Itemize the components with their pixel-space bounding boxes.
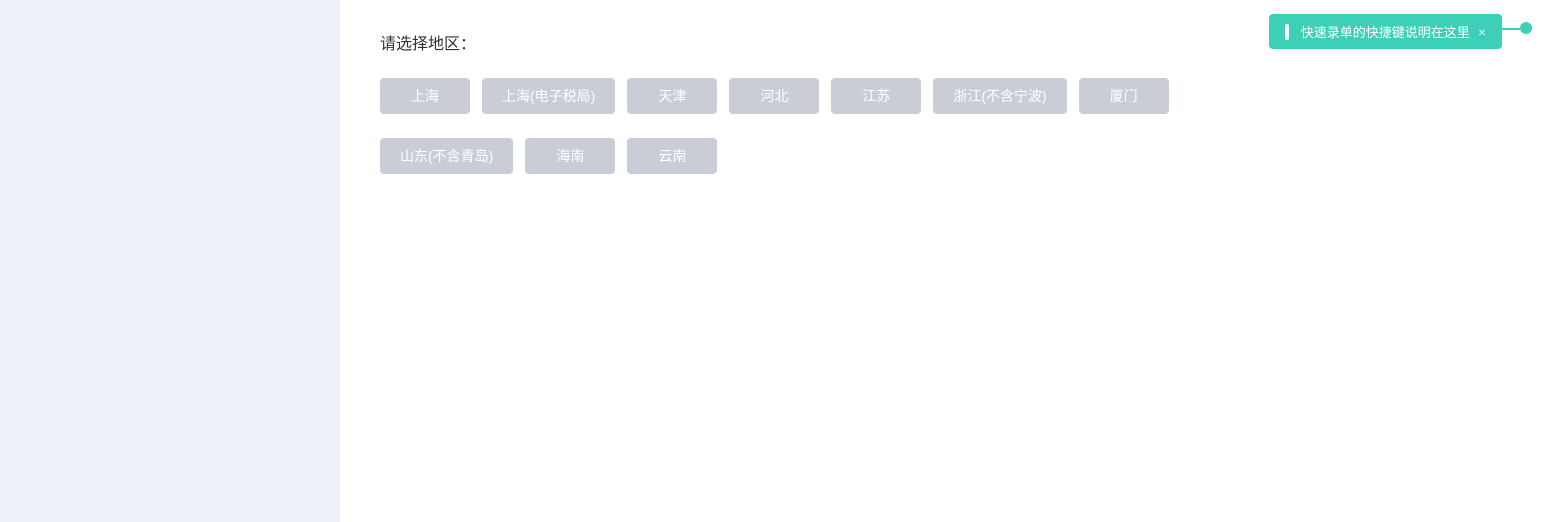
region-btn-shanghai[interactable]: 上海 xyxy=(380,78,470,114)
region-btn-jiangsu[interactable]: 江苏 xyxy=(831,78,921,114)
bar-indicator-icon xyxy=(1285,24,1289,40)
left-sidebar xyxy=(0,0,340,522)
region-btn-zhejiang[interactable]: 浙江(不含宁波) xyxy=(933,78,1066,114)
region-btn-hainan[interactable]: 海南 xyxy=(525,138,615,174)
region-btn-shanghai-etax[interactable]: 上海(电子税局) xyxy=(482,78,615,114)
tooltip-banner: 快速录单的快捷键说明在这里 × xyxy=(1269,14,1502,49)
region-btn-yunnan[interactable]: 云南 xyxy=(627,138,717,174)
region-btn-xiamen[interactable]: 厦门 xyxy=(1079,78,1169,114)
region-btn-shandong[interactable]: 山东(不含青岛) xyxy=(380,138,513,174)
tooltip-connector xyxy=(1502,28,1520,30)
region-btn-hebei[interactable]: 河北 xyxy=(729,78,819,114)
region-btn-tianjin[interactable]: 天津 xyxy=(627,78,717,114)
main-content: 请选择地区： 上海 上海(电子税局) 天津 河北 江苏 浙江(不含宁波) 厦门 … xyxy=(340,0,1562,522)
tooltip-dot xyxy=(1520,22,1532,34)
tooltip-text: 快速录单的快捷键说明在这里 xyxy=(1301,22,1470,41)
region-grid: 上海 上海(电子税局) 天津 河北 江苏 浙江(不含宁波) 厦门 山东(不含青岛… xyxy=(380,78,1522,174)
close-icon[interactable]: × xyxy=(1478,24,1486,40)
